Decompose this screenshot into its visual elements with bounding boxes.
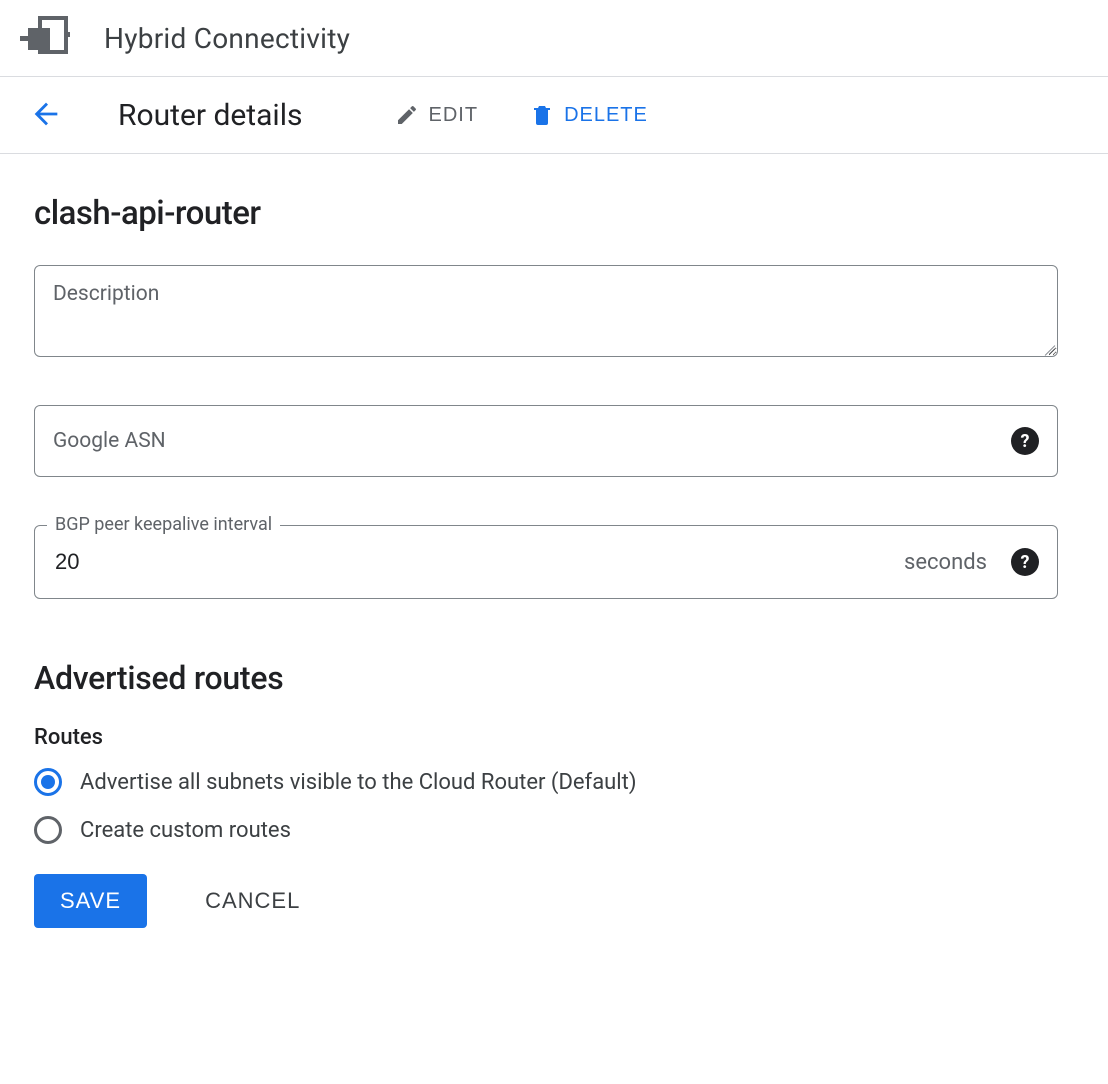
product-title: Hybrid Connectivity xyxy=(104,22,350,55)
content-area: clash-api-router Description Google ASN … xyxy=(0,154,1108,968)
pencil-icon xyxy=(395,103,419,127)
radio-unchecked-icon xyxy=(34,816,62,844)
arrow-left-icon xyxy=(29,97,63,134)
help-icon[interactable]: ? xyxy=(1011,427,1039,455)
bgp-keepalive-input[interactable] xyxy=(53,548,904,576)
delete-button[interactable]: DELETE xyxy=(520,97,658,133)
bgp-keepalive-unit: seconds xyxy=(904,550,987,575)
radio-checked-icon xyxy=(34,768,62,796)
resize-handle-icon xyxy=(1041,340,1055,354)
routes-option-custom[interactable]: Create custom routes xyxy=(34,816,1074,844)
description-placeholder: Description xyxy=(53,282,159,306)
cancel-button[interactable]: CANCEL xyxy=(199,887,306,915)
product-header: Hybrid Connectivity xyxy=(0,0,1108,77)
routes-option-label: Create custom routes xyxy=(80,818,291,843)
page-title: Router details xyxy=(118,98,303,133)
routes-option-label: Advertise all subnets visible to the Clo… xyxy=(80,770,637,795)
form-footer: SAVE CANCEL xyxy=(34,874,1074,928)
back-button[interactable] xyxy=(26,95,66,135)
description-input[interactable]: Description xyxy=(34,265,1058,357)
routes-option-default[interactable]: Advertise all subnets visible to the Clo… xyxy=(34,768,1074,796)
edit-label: EDIT xyxy=(429,104,479,127)
router-name: clash-api-router xyxy=(34,194,1074,233)
advertised-routes-title: Advertised routes xyxy=(34,659,1074,697)
edit-button[interactable]: EDIT xyxy=(385,97,489,133)
bgp-keepalive-label: BGP peer keepalive interval xyxy=(47,514,280,535)
routes-group-label: Routes xyxy=(34,725,1074,750)
trash-icon xyxy=(530,103,554,127)
help-icon[interactable]: ? xyxy=(1011,548,1039,576)
hybrid-connectivity-icon xyxy=(20,16,70,60)
asn-placeholder: Google ASN xyxy=(53,429,166,453)
google-asn-input[interactable]: Google ASN ? xyxy=(34,405,1058,477)
page-toolbar: Router details EDIT DELETE xyxy=(0,77,1108,154)
delete-label: DELETE xyxy=(564,104,648,127)
bgp-keepalive-field[interactable]: BGP peer keepalive interval seconds ? xyxy=(34,525,1058,599)
save-button[interactable]: SAVE xyxy=(34,874,147,928)
